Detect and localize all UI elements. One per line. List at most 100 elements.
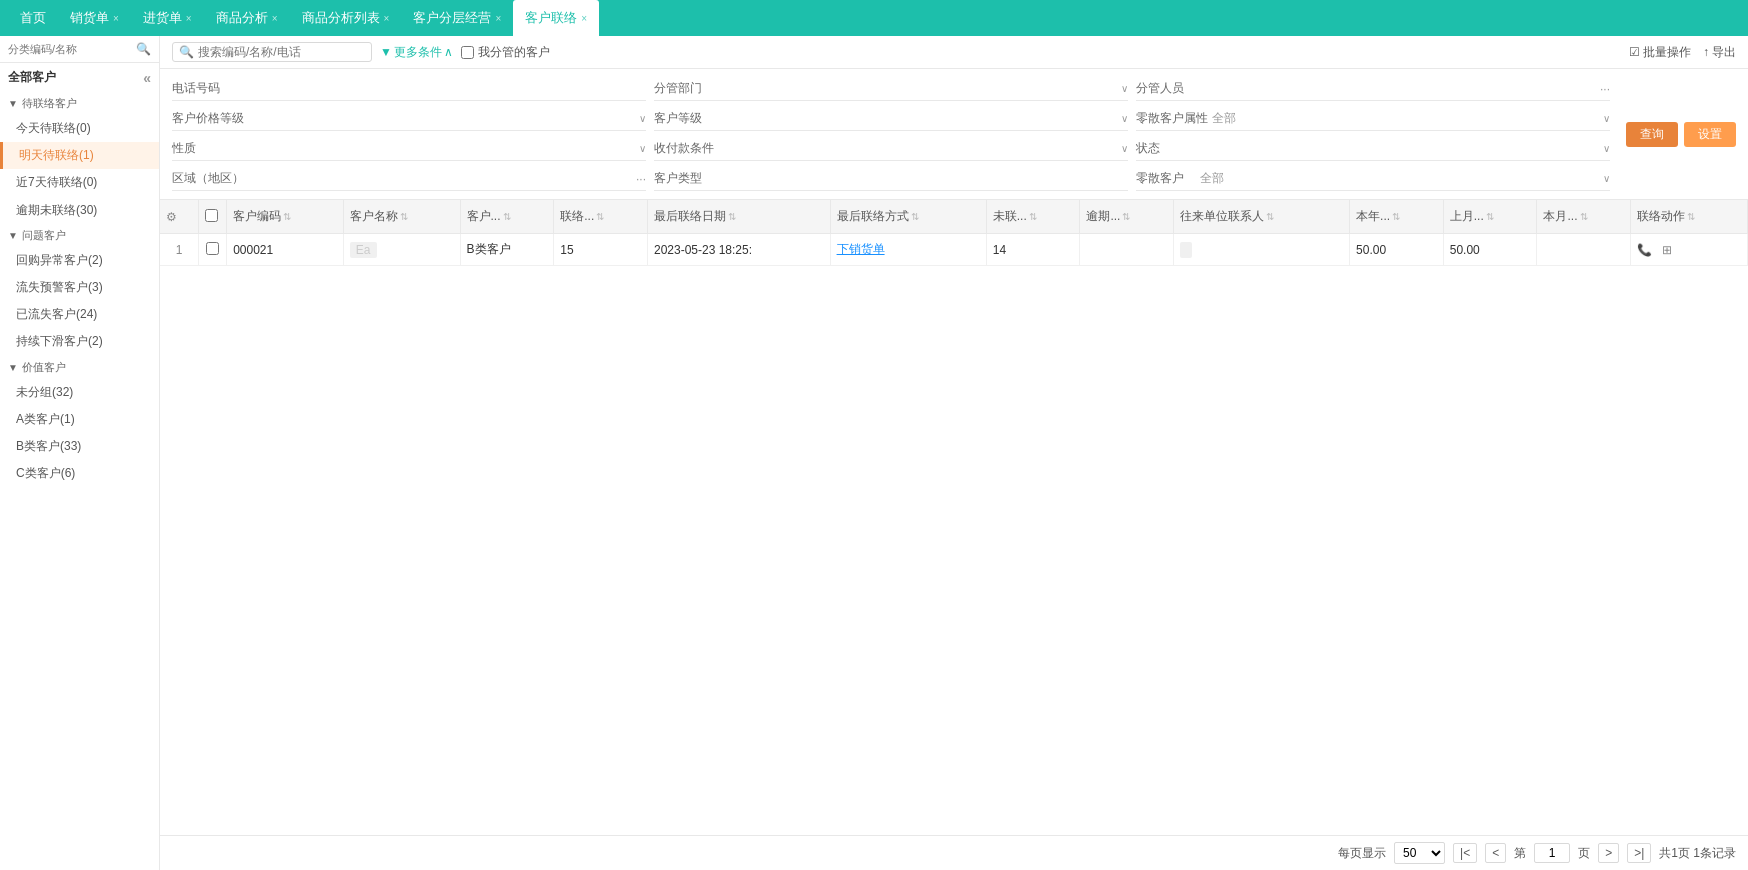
more-action-icon[interactable]: ⊞ [1662, 243, 1672, 257]
sidebar-item[interactable]: 持续下滑客户(2) [0, 328, 159, 355]
close-tab-icon[interactable]: × [186, 13, 192, 24]
retail-attr-field[interactable]: 零散客户属性 全部 ∨ [1136, 107, 1610, 131]
export-btn[interactable]: ↑ 导出 [1703, 44, 1736, 61]
my-customers-checkbox[interactable] [461, 46, 474, 59]
manager-label: 分管人员 [1136, 80, 1196, 97]
first-page-btn[interactable]: |< [1453, 843, 1477, 863]
per-page-select[interactable]: 50 100 [1394, 842, 1445, 864]
col-header-overdue[interactable]: 逾期...⇅ [1080, 200, 1174, 234]
main-search-input[interactable] [198, 45, 365, 59]
close-tab-icon[interactable]: × [384, 13, 390, 24]
col-header-type[interactable]: 客户...⇅ [460, 200, 554, 234]
col-header-settings[interactable]: ⚙ [160, 200, 199, 234]
close-tab-icon[interactable]: × [581, 13, 587, 24]
col-header-uncontacted[interactable]: 未联...⇅ [986, 200, 1080, 234]
query-button[interactable]: 查询 [1626, 122, 1678, 147]
row-num: 1 [160, 234, 199, 266]
group-arrow-icon: ▼ [8, 98, 18, 109]
page-suffix: 页 [1578, 845, 1590, 862]
all-customers-header[interactable]: 全部客户 « [0, 63, 159, 92]
col-header-name[interactable]: 客户名称⇅ [343, 200, 460, 234]
sidebar-item[interactable]: B类客户(33) [0, 433, 159, 460]
col-header-last_contact_method[interactable]: 最后联络方式⇅ [830, 200, 986, 234]
sidebar-group-label[interactable]: ▼待联络客户 [0, 92, 159, 115]
sidebar-group-label[interactable]: ▼问题客户 [0, 224, 159, 247]
prev-page-btn[interactable]: < [1485, 843, 1506, 863]
nav-item-进货单[interactable]: 进货单× [131, 0, 204, 36]
close-tab-icon[interactable]: × [495, 13, 501, 24]
group-arrow-icon: ▼ [8, 230, 18, 241]
col-header-action[interactable]: 联络动作⇅ [1631, 200, 1748, 234]
sidebar-search-input[interactable] [8, 43, 136, 55]
customer-type-field[interactable]: 客户类型 [654, 167, 1128, 191]
col-header-checkbox[interactable] [199, 200, 227, 234]
customer-grade-field[interactable]: 客户等级 ∨ [654, 107, 1128, 131]
sidebar-search-box[interactable]: 🔍 [0, 36, 159, 63]
sidebar-item[interactable]: 已流失客户(24) [0, 301, 159, 328]
adv-filter-row-1: 电话号码 分管部门 ∨ 分管人员 ··· [172, 77, 1610, 101]
page-input[interactable] [1534, 843, 1570, 863]
sidebar-item[interactable]: 逾期未联络(30) [0, 197, 159, 224]
col-header-this_month[interactable]: 本月...⇅ [1537, 200, 1631, 234]
sidebar-item[interactable]: 回购异常客户(2) [0, 247, 159, 274]
status-field[interactable]: 状态 ∨ [1136, 137, 1610, 161]
payment-field[interactable]: 收付款条件 ∨ [654, 137, 1128, 161]
col-header-code[interactable]: 客户编码⇅ [227, 200, 344, 234]
col-header-this_year[interactable]: 本年...⇅ [1350, 200, 1444, 234]
nav-item-商品分析[interactable]: 商品分析× [204, 0, 290, 36]
nav-item-商品分析列表[interactable]: 商品分析列表× [290, 0, 402, 36]
adv-filter-row-2: 客户价格等级 ∨ 客户等级 ∨ 零散客户属性 全部 ∨ [172, 107, 1610, 131]
chevron-up-icon: ∧ [444, 45, 453, 59]
region-field[interactable]: 区域（地区） ··· [172, 167, 646, 191]
close-tab-icon[interactable]: × [113, 13, 119, 24]
col-header-last_month[interactable]: 上月...⇅ [1443, 200, 1537, 234]
sidebar-item[interactable]: 今天待联络(0) [0, 115, 159, 142]
col-header-unit_contact[interactable]: 往来单位联系人⇅ [1174, 200, 1350, 234]
contact-count: 15 [554, 234, 648, 266]
last-contact-method: 下销货单 [830, 234, 986, 266]
manager-field[interactable]: 分管人员 ··· [1136, 77, 1610, 101]
dept-field[interactable]: 分管部门 ∨ [654, 77, 1128, 101]
sort-icon: ⇅ [596, 211, 604, 222]
sidebar-item[interactable]: 流失预警客户(3) [0, 274, 159, 301]
setting-button[interactable]: 设置 [1684, 122, 1736, 147]
nav-item-首页[interactable]: 首页 [8, 0, 58, 36]
row-checkbox[interactable] [206, 242, 219, 255]
next-page-btn[interactable]: > [1598, 843, 1619, 863]
overdue-days [1080, 234, 1174, 266]
retail-attr-label: 零散客户属性 [1136, 110, 1208, 127]
last-page-btn[interactable]: >| [1627, 843, 1651, 863]
retail-customer-field[interactable]: 零散客户 全部 ∨ [1136, 167, 1610, 191]
status-dropdown-icon: ∨ [1603, 143, 1610, 154]
sidebar: 🔍 全部客户 « ▼待联络客户今天待联络(0)明天待联络(1)近7天待联络(0)… [0, 36, 160, 870]
retail-customer-dropdown-icon: ∨ [1603, 173, 1610, 184]
sidebar-item[interactable]: 明天待联络(1) [0, 142, 159, 169]
phone-action-icon[interactable]: 📞 [1637, 243, 1652, 257]
unit-contact-value [1180, 242, 1192, 258]
sidebar-item[interactable]: A类客户(1) [0, 406, 159, 433]
phone-field[interactable]: 电话号码 [172, 77, 646, 101]
retail-customer-label: 零散客户 [1136, 170, 1196, 187]
nature-field[interactable]: 性质 ∨ [172, 137, 646, 161]
settings-icon[interactable]: ⚙ [166, 210, 177, 224]
nav-item-销货单[interactable]: 销货单× [58, 0, 131, 36]
nav-item-客户分层经营[interactable]: 客户分层经营× [401, 0, 513, 36]
sort-icon: ⇅ [400, 211, 408, 222]
main-search-box[interactable]: 🔍 [172, 42, 372, 62]
col-header-contact_count[interactable]: 联络...⇅ [554, 200, 648, 234]
adv-filter-actions: 查询 设置 [1626, 77, 1736, 191]
sidebar-group-label[interactable]: ▼价值客户 [0, 356, 159, 379]
sidebar-item[interactable]: C类客户(6) [0, 460, 159, 487]
sidebar-item[interactable]: 未分组(32) [0, 379, 159, 406]
price-grade-field[interactable]: 客户价格等级 ∨ [172, 107, 646, 131]
sidebar-item[interactable]: 近7天待联络(0) [0, 169, 159, 196]
select-all-checkbox[interactable] [205, 209, 218, 222]
close-tab-icon[interactable]: × [272, 13, 278, 24]
total-info: 共1页 1条记录 [1659, 845, 1736, 862]
nav-item-客户联络[interactable]: 客户联络× [513, 0, 599, 36]
more-conditions-btn[interactable]: ▼ 更多条件 ∧ [380, 44, 453, 61]
main-layout: 🔍 全部客户 « ▼待联络客户今天待联络(0)明天待联络(1)近7天待联络(0)… [0, 36, 1748, 870]
col-header-last_contact_date[interactable]: 最后联络日期⇅ [647, 200, 830, 234]
batch-op-btn[interactable]: ☑ 批量操作 [1629, 44, 1691, 61]
contact-method-link[interactable]: 下销货单 [837, 242, 885, 256]
